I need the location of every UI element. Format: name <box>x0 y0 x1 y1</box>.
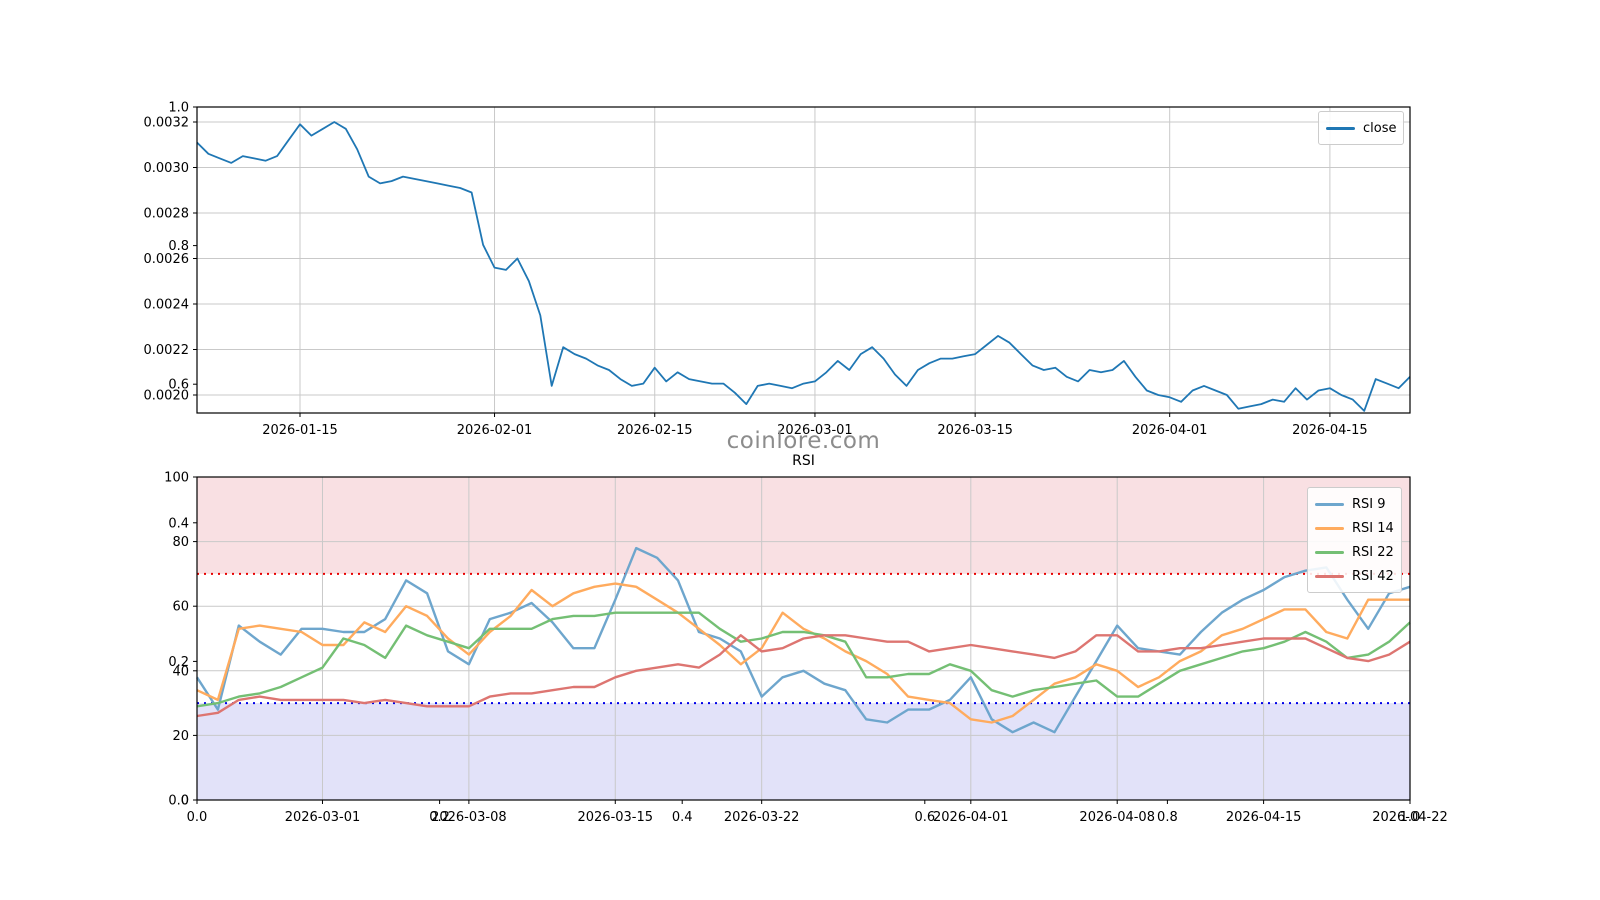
rsi-legend-row: RSI 22 <box>1315 540 1394 564</box>
rsi-x-tick-label: 2026-03-15 <box>577 810 653 825</box>
price-y-tick-label: 0.0030 <box>144 161 190 176</box>
price-x-tick-label: 2026-01-15 <box>262 423 338 438</box>
price-axes-frame <box>196 106 1411 414</box>
price-y-tick-label: 0.0026 <box>144 252 190 267</box>
rsi-14-swatch <box>1315 526 1344 530</box>
price-y-tick-label: 0.0024 <box>144 298 190 313</box>
price-y-tick-label: 0.0022 <box>144 343 190 358</box>
phantom-y-tick-label: 0.6 <box>168 378 189 393</box>
rsi-14-legend-label: RSI 14 <box>1352 520 1394 536</box>
phantom-y-tick-label: 1.0 <box>168 101 189 116</box>
rsi-x-tick-label: 2026-04-01 <box>933 810 1009 825</box>
phantom-y-tick-label: 0.2 <box>168 655 189 670</box>
phantom-y-tick-label: 0.8 <box>168 239 189 254</box>
figure-root: 2026-01-15 2026-02-01 2026-02-15 2026-03-01… <box>0 0 1600 900</box>
phantom-x-tick-label: 0.0 <box>187 810 208 825</box>
rsi-y-tick-label: 60 <box>172 600 189 615</box>
rsi-22-line <box>196 611 1411 708</box>
rsi-42-legend-label: RSI 42 <box>1352 568 1394 584</box>
price-y-tick-label: 0.0032 <box>144 115 190 130</box>
phantom-y-tick-label: 0.0 <box>168 794 189 809</box>
price-y-tick-label: 0.0028 <box>144 206 190 221</box>
rsi-22-swatch <box>1315 550 1344 554</box>
close-line <box>196 121 1411 412</box>
phantom-x-tick-label: 0.6 <box>914 810 935 825</box>
price-legend-row: close <box>1326 116 1396 140</box>
rsi-legend: RSI 9 RSI 14 RSI 22 RSI 42 <box>1307 487 1402 593</box>
rsi-9-legend-label: RSI 9 <box>1352 496 1386 512</box>
rsi-x-tick-label: 2026-04-08 <box>1079 810 1155 825</box>
phantom-x-tick-label: 0.2 <box>429 810 450 825</box>
rsi-9-swatch <box>1315 502 1344 506</box>
oversold-band <box>197 703 1410 800</box>
rsi-legend-row: RSI 14 <box>1315 516 1394 540</box>
rsi-x-tick-label: 2026-03-22 <box>724 810 800 825</box>
rsi-y-tick-label: 20 <box>172 729 189 744</box>
price-x-tick-label: 2026-04-01 <box>1132 423 1208 438</box>
rsi-legend-row: RSI 42 <box>1315 564 1394 588</box>
price-legend-label: close <box>1363 120 1397 136</box>
price-legend: close <box>1318 111 1405 145</box>
phantom-x-tick-label: 1.0 <box>1400 810 1421 825</box>
rsi-x-tick-label: 2026-03-01 <box>285 810 361 825</box>
rsi-y-tick-label: 100 <box>164 471 189 486</box>
overbought-band <box>197 477 1410 574</box>
phantom-y-tick-label: 0.4 <box>168 516 189 531</box>
rsi-legend-row: RSI 9 <box>1315 492 1394 516</box>
rsi-y-tick-label: 80 <box>172 535 189 550</box>
rsi-x-tick-label: 2026-04-15 <box>1226 810 1302 825</box>
phantom-x-tick-label: 0.4 <box>672 810 693 825</box>
close-line-swatch <box>1326 126 1355 130</box>
watermark: coinlore.com <box>726 428 881 454</box>
phantom-x-tick-label: 0.8 <box>1157 810 1178 825</box>
price-x-tick-label: 2026-04-15 <box>1292 423 1368 438</box>
rsi-42-swatch <box>1315 574 1344 578</box>
rsi-22-legend-label: RSI 22 <box>1352 544 1394 560</box>
rsi-chart-title: RSI <box>792 453 815 469</box>
